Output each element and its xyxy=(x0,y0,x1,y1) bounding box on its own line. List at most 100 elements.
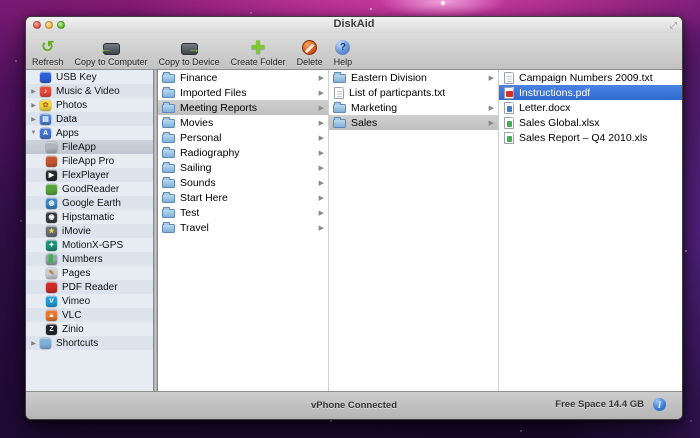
sidebar-item-motionx-gps[interactable]: ✦ MotionX-GPS xyxy=(26,238,153,252)
folder-icon xyxy=(162,177,175,188)
folder-row-meeting-reports[interactable]: Meeting Reports ▶ xyxy=(158,100,328,115)
file-row-campaign-numbers-2009-txt[interactable]: Campaign Numbers 2009.txt xyxy=(499,70,682,85)
sidebar: USB Key ▶ ♪ Music & Video ▶ ✿ Photos ▶ ▤ Data ▼ A Ap… xyxy=(26,70,153,391)
folder-icon xyxy=(162,72,175,83)
folder-column-1: Finance ▶ Imported Files ▶ Meeting Reports ▶ M… xyxy=(158,70,329,391)
file-row-instructions-pdf[interactable]: Instructions.pdf xyxy=(499,85,682,100)
chevron-right-icon: ▶ xyxy=(318,165,324,172)
folder-row-start-here[interactable]: Start Here ▶ xyxy=(158,190,328,205)
folder-row-radiography[interactable]: Radiography ▶ xyxy=(158,145,328,160)
folder-row-movies[interactable]: Movies ▶ xyxy=(158,115,328,130)
vimeo-icon: V xyxy=(46,295,57,307)
sidebar-item-label: Pages xyxy=(62,267,91,279)
folder-row-sales[interactable]: Sales ▶ xyxy=(329,115,498,130)
item-label: Personal xyxy=(180,131,222,144)
sidebar-item-zinio[interactable]: Z Zinio xyxy=(26,322,153,336)
sidebar-item-hipstamatic[interactable]: ◉ Hipstamatic xyxy=(26,210,153,224)
sidebar-item-shortcuts[interactable]: ▶ Shortcuts xyxy=(26,336,153,350)
sidebar-item-label: iMovie xyxy=(62,225,91,237)
sidebar-item-label: GoodReader xyxy=(62,183,120,195)
create-folder-icon: ✚ xyxy=(250,38,266,57)
folder-row-marketing[interactable]: Marketing ▶ xyxy=(329,100,498,115)
chevron-right-icon: ▶ xyxy=(318,150,324,157)
folder-row-sailing[interactable]: Sailing ▶ xyxy=(158,160,328,175)
sidebar-item-vlc[interactable]: ▲ VLC xyxy=(26,308,153,322)
sidebar-item-imovie[interactable]: ★ iMovie xyxy=(26,224,153,238)
disclosure-collapsed-icon[interactable]: ▶ xyxy=(29,340,38,347)
sidebar-item-vimeo[interactable]: V Vimeo xyxy=(26,294,153,308)
toolbar-label: Create Folder xyxy=(230,57,286,67)
item-label: Radiography xyxy=(180,146,240,159)
sidebar-item-google-earth[interactable]: ◍ Google Earth xyxy=(26,196,153,210)
toolbar-button-refresh[interactable]: ↺ Refresh xyxy=(32,38,64,67)
toolbar-button-copy-to-computer[interactable]: ← Copy to Computer xyxy=(75,38,148,67)
file-xls-icon xyxy=(504,116,514,129)
disclosure-collapsed-icon[interactable]: ▶ xyxy=(29,116,38,123)
sidebar-item-usb-key[interactable]: USB Key xyxy=(26,70,153,84)
copy-to-computer-icon: ← xyxy=(100,38,120,57)
info-icon[interactable]: i xyxy=(653,398,666,411)
toolbar-button-create-folder[interactable]: ✚ Create Folder xyxy=(231,38,286,67)
disclosure-expanded-icon[interactable]: ▼ xyxy=(29,130,38,136)
item-label: List of particpants.txt xyxy=(349,86,446,99)
sidebar-item-goodreader[interactable]: GoodReader xyxy=(26,182,153,196)
folder-row-imported-files[interactable]: Imported Files ▶ xyxy=(158,85,328,100)
file-row-list-of-particpants-txt[interactable]: List of particpants.txt xyxy=(329,85,498,100)
sidebar-item-label: MotionX-GPS xyxy=(62,239,124,251)
sidebar-item-data[interactable]: ▶ ▤ Data xyxy=(26,112,153,126)
folder-icon xyxy=(162,117,175,128)
item-label: Travel xyxy=(180,221,209,234)
sidebar-item-numbers[interactable]: ▊ Numbers xyxy=(26,252,153,266)
sidebar-item-music-video[interactable]: ▶ ♪ Music & Video xyxy=(26,84,153,98)
folder-row-personal[interactable]: Personal ▶ xyxy=(158,130,328,145)
item-label: Test xyxy=(180,206,200,219)
disclosure-collapsed-icon[interactable]: ▶ xyxy=(29,88,38,95)
resize-icon[interactable]: ⤢ xyxy=(670,19,677,31)
chevron-right-icon: ▶ xyxy=(318,180,324,187)
folder-icon xyxy=(162,192,175,203)
sidebar-item-pdf-reader[interactable]: PDF Reader xyxy=(26,280,153,294)
sidebar-item-fileapp-pro[interactable]: FileApp Pro xyxy=(26,154,153,168)
folder-column-2: Eastern Division ▶ List of particpants.txt… xyxy=(329,70,499,391)
file-row-sales-global-xlsx[interactable]: Sales Global.xlsx xyxy=(499,115,682,130)
folder-row-finance[interactable]: Finance ▶ xyxy=(158,70,328,85)
folder-icon xyxy=(162,102,175,113)
refresh-icon: ↺ xyxy=(41,38,55,56)
file-row-letter-docx[interactable]: Letter.docx xyxy=(499,100,682,115)
chevron-right-icon: ▶ xyxy=(318,105,324,112)
sidebar-item-label: Shortcuts xyxy=(56,337,99,349)
toolbar-button-copy-to-device[interactable]: → Copy to Device xyxy=(159,38,220,67)
folder-row-travel[interactable]: Travel ▶ xyxy=(158,220,328,235)
titlebar[interactable]: DiskAid ⤢ xyxy=(26,17,682,34)
vlc-icon: ▲ xyxy=(46,309,57,321)
chevron-right-icon: ▶ xyxy=(488,105,494,112)
folder-row-sounds[interactable]: Sounds ▶ xyxy=(158,175,328,190)
folder-row-test[interactable]: Test ▶ xyxy=(158,205,328,220)
file-txt-icon xyxy=(504,71,514,84)
disclosure-collapsed-icon[interactable]: ▶ xyxy=(29,102,38,109)
flexplayer-icon: ▶ xyxy=(46,169,57,181)
google-earth-icon: ◍ xyxy=(46,197,57,209)
fileapp-icon xyxy=(46,141,57,153)
file-pdf-icon xyxy=(504,86,514,99)
folder-icon xyxy=(162,132,175,143)
item-label: Imported Files xyxy=(180,86,247,99)
file-txt-icon xyxy=(334,86,344,99)
toolbar-label: Delete xyxy=(296,57,323,67)
toolbar-button-help[interactable]: ? Help xyxy=(334,38,352,67)
shortcuts-folder-icon xyxy=(40,337,51,349)
sidebar-item-pages[interactable]: ✎ Pages xyxy=(26,266,153,280)
item-label: Meeting Reports xyxy=(180,101,258,114)
motionx-gps-icon: ✦ xyxy=(46,239,57,251)
sidebar-item-flexplayer[interactable]: ▶ FlexPlayer xyxy=(26,168,153,182)
numbers-icon: ▊ xyxy=(46,253,57,265)
folder-icon xyxy=(162,87,175,98)
toolbar-button-delete[interactable]: Delete xyxy=(297,38,323,67)
sidebar-item-photos[interactable]: ▶ ✿ Photos xyxy=(26,98,153,112)
sidebar-item-label: FileApp Pro xyxy=(62,155,115,167)
sidebar-item-label: Photos xyxy=(56,99,88,111)
file-row-sales-report-q4-2010-xls[interactable]: Sales Report – Q4 2010.xls xyxy=(499,130,682,145)
folder-row-eastern-division[interactable]: Eastern Division ▶ xyxy=(329,70,498,85)
sidebar-item-fileapp[interactable]: FileApp xyxy=(26,140,153,154)
sidebar-item-apps[interactable]: ▼ A Apps xyxy=(26,126,153,140)
